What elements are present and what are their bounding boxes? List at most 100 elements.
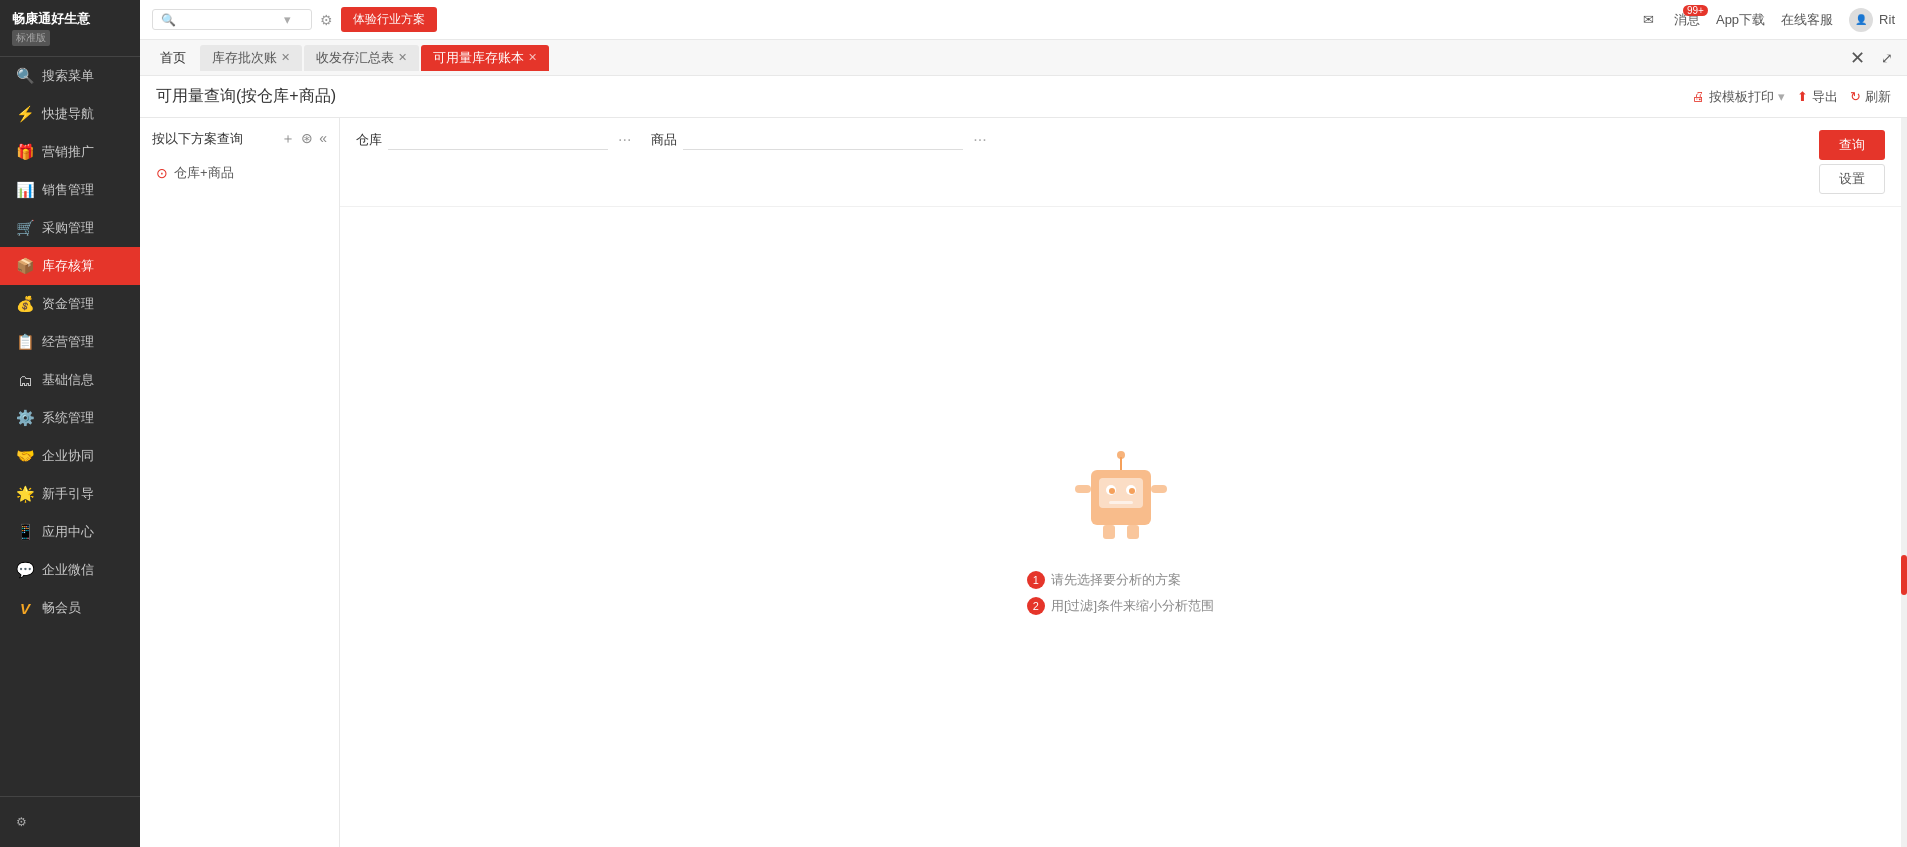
money-icon: 💰 <box>16 295 34 313</box>
app-version: 标准版 <box>12 30 50 46</box>
empty-state: 1 请先选择要分析的方案 2 用[过滤]条件来缩小分析范围 <box>340 207 1901 847</box>
refresh-button[interactable]: ↻ 刷新 <box>1850 88 1891 106</box>
search-icon: 🔍 <box>16 67 34 85</box>
sidebar-bottom-settings[interactable]: ⚙ <box>10 807 130 837</box>
scrollbar-thumb[interactable] <box>1901 555 1907 595</box>
sidebar-item-basic[interactable]: 🗂 基础信息 <box>0 361 140 399</box>
user-name: Rit <box>1879 12 1895 27</box>
sidebar: 畅康通好生意 标准版 🔍 搜索菜单 ⚡ 快捷导航 🎁 营销推广 📊 销售管理 🛒… <box>0 0 140 847</box>
scheme-item-warehouse-goods[interactable]: ⊙ 仓库+商品 <box>140 156 339 190</box>
goods-input[interactable] <box>683 130 963 150</box>
sidebar-item-marketing[interactable]: 🎁 营销推广 <box>0 133 140 171</box>
warehouse-more-icon[interactable]: ··· <box>618 131 631 149</box>
print-icon: 🖨 <box>1692 89 1705 104</box>
empty-illustration <box>1061 435 1181 555</box>
left-panel-header: 按以下方案查询 ＋ ⊛ « <box>140 126 339 156</box>
tab-batch-ledger-close[interactable]: ✕ <box>281 51 290 64</box>
app-download-link[interactable]: App下载 <box>1716 11 1765 29</box>
sidebar-nav: 🔍 搜索菜单 ⚡ 快捷导航 🎁 营销推广 📊 销售管理 🛒 采购管理 📦 库存核… <box>0 57 140 796</box>
settings-scheme-icon[interactable]: ⊛ <box>301 130 313 148</box>
print-dropdown-icon[interactable]: ▾ <box>1778 89 1785 104</box>
settings-icon: ⚙ <box>16 815 27 829</box>
svg-point-8 <box>1117 451 1125 459</box>
tab-recv-summary-label: 收发存汇总表 <box>316 49 394 67</box>
tab-available-ledger[interactable]: 可用量库存账本 ✕ <box>421 45 549 71</box>
svg-rect-12 <box>1151 485 1167 493</box>
avatar[interactable]: 👤 <box>1849 8 1873 32</box>
export-icon: ⬆ <box>1797 89 1808 104</box>
industry-solution-button[interactable]: 体验行业方案 <box>341 7 437 32</box>
tab-close-button[interactable]: ✕ <box>1844 45 1871 71</box>
refresh-icon: ↻ <box>1850 89 1861 104</box>
dropdown-icon[interactable]: ▾ <box>284 12 291 27</box>
add-scheme-icon[interactable]: ＋ <box>281 130 295 148</box>
sidebar-item-inventory[interactable]: 📦 库存核算 <box>0 247 140 285</box>
right-scrollbar[interactable] <box>1901 118 1907 847</box>
warehouse-input[interactable] <box>388 130 608 150</box>
sidebar-item-newbie[interactable]: 🌟 新手引导 <box>0 475 140 513</box>
topbar-gear-icon[interactable]: ⚙ <box>320 12 333 28</box>
export-button[interactable]: ⬆ 导出 <box>1797 88 1838 106</box>
gift-icon: 🎁 <box>16 143 34 161</box>
hint-num-2: 2 <box>1027 597 1045 615</box>
tab-recv-summary-close[interactable]: ✕ <box>398 51 407 64</box>
tab-expand-button[interactable]: ⤢ <box>1875 48 1899 68</box>
svg-point-4 <box>1109 488 1115 494</box>
content-body: 按以下方案查询 ＋ ⊛ « ⊙ 仓库+商品 仓库 ··· <box>140 118 1907 847</box>
settings-button[interactable]: 设置 <box>1819 164 1885 194</box>
sidebar-item-purchase[interactable]: 🛒 采购管理 <box>0 209 140 247</box>
scheme-item-label: 仓库+商品 <box>174 164 234 182</box>
warehouse-label: 仓库 <box>356 131 382 149</box>
svg-point-5 <box>1129 488 1135 494</box>
tab-home-label: 首页 <box>160 49 186 67</box>
tab-available-ledger-close[interactable]: ✕ <box>528 51 537 64</box>
left-panel-title: 按以下方案查询 <box>152 130 243 148</box>
topbar-search-input[interactable] <box>180 13 280 27</box>
topbar-search-box[interactable]: 🔍 ▾ <box>152 9 312 30</box>
message-icon-container[interactable]: ✉ 99+ 消息 <box>1643 11 1700 29</box>
sidebar-item-corp[interactable]: 🤝 企业协同 <box>0 437 140 475</box>
svg-rect-11 <box>1075 485 1091 493</box>
empty-hint-1: 1 请先选择要分析的方案 <box>1027 567 1214 593</box>
handshake-icon: 🤝 <box>16 447 34 465</box>
filter-section: 仓库 ··· 商品 ··· 查询 设置 <box>340 118 1901 207</box>
sidebar-item-wechat[interactable]: 💬 企业微信 <box>0 551 140 589</box>
goods-label: 商品 <box>651 131 677 149</box>
sidebar-item-sales[interactable]: 📊 销售管理 <box>0 171 140 209</box>
sidebar-logo: 畅康通好生意 标准版 <box>0 0 140 57</box>
tab-home[interactable]: 首页 <box>148 45 198 71</box>
sidebar-item-member[interactable]: V 畅会员 <box>0 589 140 627</box>
left-panel-actions: ＋ ⊛ « <box>281 130 327 148</box>
topbar-search-icon: 🔍 <box>161 13 176 27</box>
online-service-link[interactable]: 在线客服 <box>1781 11 1833 29</box>
sidebar-item-operations[interactable]: 📋 经营管理 <box>0 323 140 361</box>
main-area: 🔍 ▾ ⚙ 体验行业方案 ✉ 99+ 消息 App下载 在线客服 👤 Rit 首… <box>140 0 1907 847</box>
sidebar-item-shortcut[interactable]: ⚡ 快捷导航 <box>0 95 140 133</box>
sidebar-item-finance[interactable]: 💰 资金管理 <box>0 285 140 323</box>
sidebar-item-appcenter[interactable]: 📱 应用中心 <box>0 513 140 551</box>
hint-text-1: 请先选择要分析的方案 <box>1051 567 1181 593</box>
tab-batch-ledger[interactable]: 库存批次账 ✕ <box>200 45 302 71</box>
tab-recv-summary[interactable]: 收发存汇总表 ✕ <box>304 45 419 71</box>
goods-more-icon[interactable]: ··· <box>973 131 986 149</box>
topbar-right: ✉ 99+ 消息 App下载 在线客服 👤 Rit <box>1643 8 1895 32</box>
app-name: 畅康通好生意 <box>12 10 128 28</box>
clipboard-icon: 📋 <box>16 333 34 351</box>
tab-batch-ledger-label: 库存批次账 <box>212 49 277 67</box>
collapse-panel-icon[interactable]: « <box>319 130 327 148</box>
scheme-icon: ⊙ <box>156 165 168 181</box>
vip-icon: V <box>16 600 34 617</box>
sidebar-bottom: ⚙ <box>0 796 140 847</box>
sidebar-item-system[interactable]: ⚙️ 系统管理 <box>0 399 140 437</box>
hint-text-2: 用[过滤]条件来缩小分析范围 <box>1051 593 1214 619</box>
content-header: 可用量查询(按仓库+商品) 🖨 按模板打印 ▾ ⬆ 导出 ↻ 刷新 <box>140 76 1907 118</box>
sidebar-item-search[interactable]: 🔍 搜索菜单 <box>0 57 140 95</box>
chart-icon: 📊 <box>16 181 34 199</box>
filter-buttons: 查询 设置 <box>1819 130 1885 194</box>
svg-rect-9 <box>1103 525 1115 539</box>
empty-hints: 1 请先选择要分析的方案 2 用[过滤]条件来缩小分析范围 <box>1027 567 1214 619</box>
query-button[interactable]: 查询 <box>1819 130 1885 160</box>
tabs-bar: 首页 库存批次账 ✕ 收发存汇总表 ✕ 可用量库存账本 ✕ ✕ ⤢ <box>140 40 1907 76</box>
print-button[interactable]: 🖨 按模板打印 ▾ <box>1692 88 1785 106</box>
warehouse-filter: 仓库 ··· <box>356 130 631 150</box>
